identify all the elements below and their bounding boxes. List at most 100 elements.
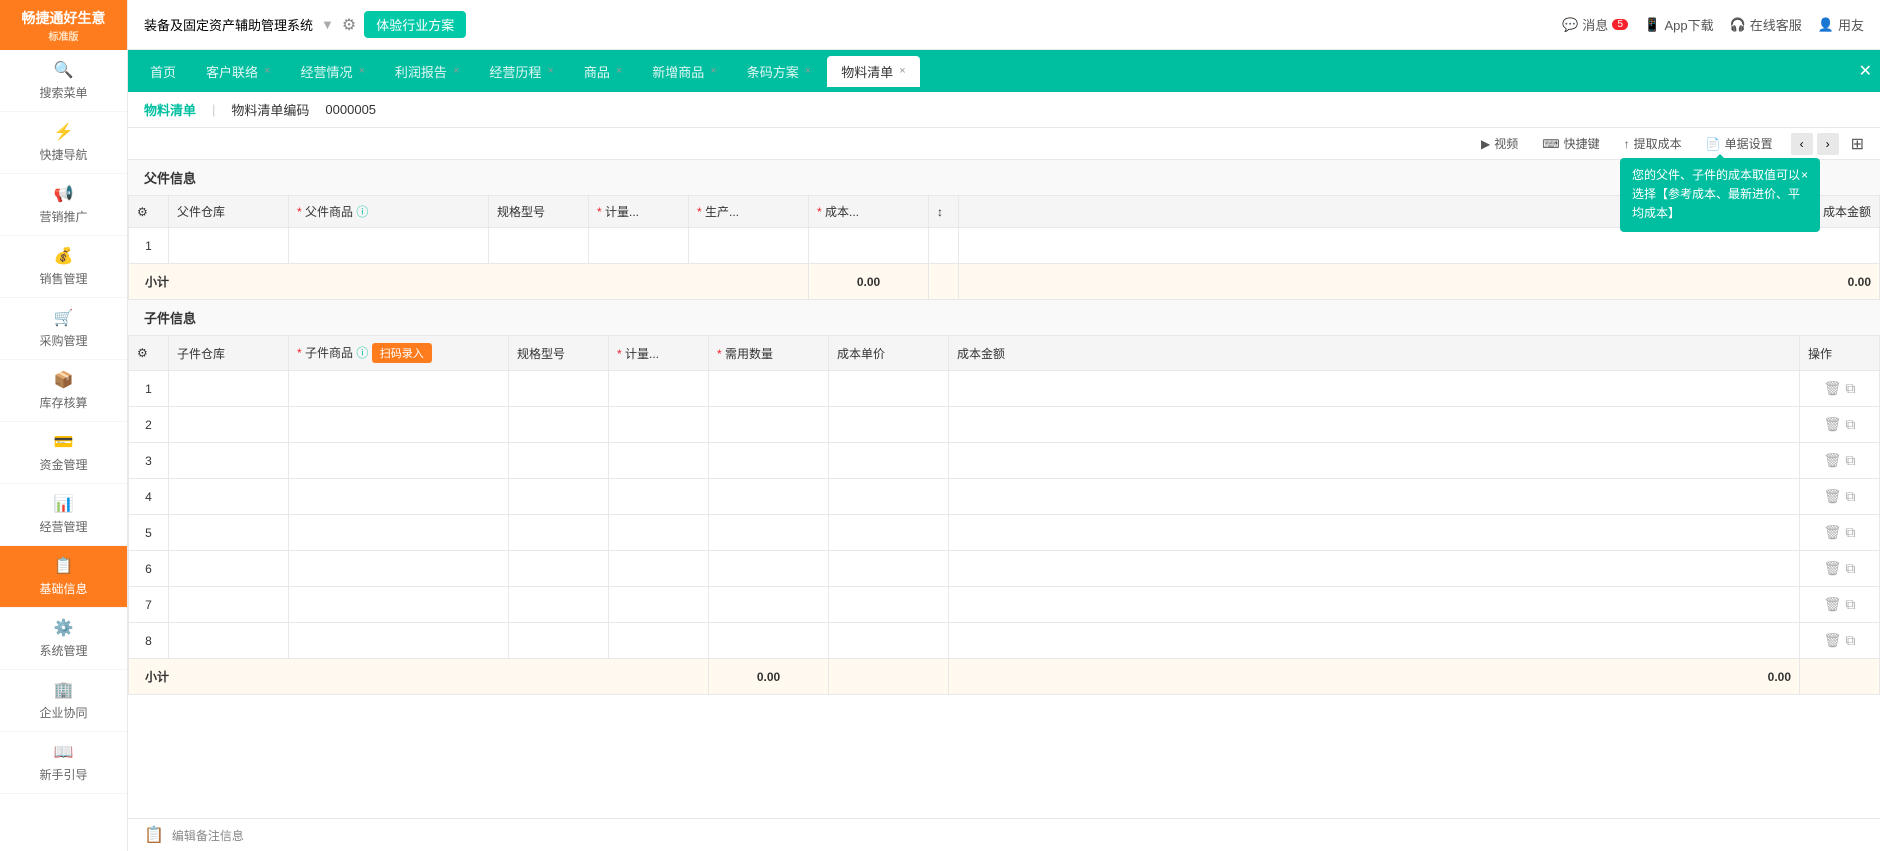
child-col-settings[interactable]: ⚙	[129, 336, 169, 371]
dropdown-icon[interactable]: ▼	[321, 17, 334, 32]
child-spec-cell[interactable]	[509, 479, 609, 515]
message-item[interactable]: 💬 消息 5	[1562, 15, 1628, 34]
child-qty-cell[interactable]	[709, 515, 829, 551]
sidebar-item-system[interactable]: ⚙️ 系统管理	[0, 608, 127, 670]
cost-btn[interactable]: ↑ 提取成本	[1618, 132, 1688, 155]
sidebar-item-enterprise[interactable]: 🏢 企业协同	[0, 670, 127, 732]
child-unit-cost-cell[interactable]	[829, 371, 949, 407]
child-unit-cost-cell[interactable]	[829, 551, 949, 587]
child-spec-cell[interactable]	[509, 623, 609, 659]
parent-cost-cell[interactable]	[809, 228, 929, 264]
copy-icon[interactable]: ⧉	[1845, 416, 1855, 433]
help-icon[interactable]: ⓘ	[356, 205, 368, 219]
view-btn[interactable]: ▶ 视频	[1475, 132, 1524, 155]
tab-operation-status[interactable]: 经营情况 ×	[286, 56, 378, 87]
tooltip-close[interactable]: ×	[1801, 166, 1808, 185]
copy-icon[interactable]: ⧉	[1845, 632, 1855, 649]
sidebar-item-operation[interactable]: 📊 经营管理	[0, 484, 127, 546]
child-unit-cost-cell[interactable]	[829, 443, 949, 479]
sidebar-item-guide[interactable]: 📖 新手引导	[0, 732, 127, 794]
tab-barcode-close[interactable]: ×	[805, 65, 811, 77]
breadcrumb-bom[interactable]: 物料清单	[144, 100, 196, 119]
child-unit-cell[interactable]	[609, 371, 709, 407]
tab-goods[interactable]: 商品 ×	[570, 56, 636, 87]
child-goods-cell[interactable]	[289, 371, 509, 407]
copy-icon[interactable]: ⧉	[1845, 560, 1855, 577]
delete-icon[interactable]: 🗑	[1824, 524, 1842, 541]
trial-button[interactable]: 体验行业方案	[364, 11, 466, 38]
child-qty-cell[interactable]	[709, 371, 829, 407]
child-goods-cell[interactable]	[289, 443, 509, 479]
child-qty-cell[interactable]	[709, 479, 829, 515]
child-warehouse-cell[interactable]	[169, 371, 289, 407]
help-icon2[interactable]: ⓘ	[356, 346, 368, 360]
single-setting-btn[interactable]: 📄 单据设置	[1700, 132, 1779, 155]
settings-icon[interactable]: ⚙	[342, 15, 356, 35]
child-goods-cell[interactable]	[289, 551, 509, 587]
child-goods-cell[interactable]	[289, 587, 509, 623]
sidebar-item-marketing[interactable]: 📢 营销推广	[0, 174, 127, 236]
tab-new-goods-close[interactable]: ×	[710, 65, 716, 77]
parent-goods-cell[interactable]	[289, 228, 489, 264]
child-spec-cell[interactable]	[509, 407, 609, 443]
online-service-item[interactable]: 🎧 在线客服	[1730, 15, 1802, 34]
copy-icon[interactable]: ⧉	[1845, 452, 1855, 469]
tab-history-close[interactable]: ×	[547, 65, 553, 77]
delete-icon[interactable]: 🗑	[1824, 560, 1842, 577]
child-qty-cell[interactable]	[709, 587, 829, 623]
copy-icon[interactable]: ⧉	[1845, 524, 1855, 541]
child-spec-cell[interactable]	[509, 515, 609, 551]
sidebar-item-purchase[interactable]: 🛒 采购管理	[0, 298, 127, 360]
child-warehouse-cell[interactable]	[169, 479, 289, 515]
parent-warehouse-cell[interactable]	[169, 228, 289, 264]
delete-icon[interactable]: 🗑	[1824, 416, 1842, 433]
tab-operation-status-close[interactable]: ×	[358, 65, 364, 77]
nav-next-btn[interactable]: ›	[1817, 133, 1839, 155]
grid-icon[interactable]: ⊞	[1851, 134, 1864, 154]
child-unit-cell[interactable]	[609, 623, 709, 659]
tab-customer-close[interactable]: ×	[264, 65, 270, 77]
bottom-text[interactable]: 编辑备注信息	[172, 827, 244, 844]
child-goods-cell[interactable]	[289, 623, 509, 659]
tab-profit-close[interactable]: ×	[453, 65, 459, 77]
tab-history[interactable]: 经营历程 ×	[475, 56, 567, 87]
sidebar-item-basic[interactable]: 📋 基础信息	[0, 546, 127, 608]
child-warehouse-cell[interactable]	[169, 515, 289, 551]
tab-bom[interactable]: 物料清单 ×	[827, 56, 919, 87]
child-unit-cost-cell[interactable]	[829, 479, 949, 515]
child-goods-cell[interactable]	[289, 515, 509, 551]
child-warehouse-cell[interactable]	[169, 623, 289, 659]
child-spec-cell[interactable]	[509, 371, 609, 407]
delete-icon[interactable]: 🗑	[1824, 632, 1842, 649]
tab-new-goods[interactable]: 新增商品 ×	[638, 56, 730, 87]
child-qty-cell[interactable]	[709, 443, 829, 479]
sidebar-item-inventory[interactable]: 📦 库存核算	[0, 360, 127, 422]
tab-customer[interactable]: 客户联络 ×	[192, 56, 284, 87]
child-unit-cell[interactable]	[609, 443, 709, 479]
tab-barcode[interactable]: 条码方案 ×	[733, 56, 825, 87]
sidebar-item-quick-nav[interactable]: ⚡ 快捷导航	[0, 112, 127, 174]
nav-prev-btn[interactable]: ‹	[1791, 133, 1813, 155]
copy-icon[interactable]: ⧉	[1845, 488, 1855, 505]
copy-icon[interactable]: ⧉	[1845, 380, 1855, 397]
child-unit-cost-cell[interactable]	[829, 623, 949, 659]
app-download-item[interactable]: 📱 App下载	[1644, 15, 1713, 34]
child-qty-cell[interactable]	[709, 551, 829, 587]
child-unit-cell[interactable]	[609, 515, 709, 551]
child-goods-cell[interactable]	[289, 407, 509, 443]
child-goods-cell[interactable]	[289, 479, 509, 515]
child-warehouse-cell[interactable]	[169, 443, 289, 479]
child-unit-cell[interactable]	[609, 587, 709, 623]
child-qty-cell[interactable]	[709, 623, 829, 659]
delete-icon[interactable]: 🗑	[1824, 596, 1842, 613]
child-unit-cost-cell[interactable]	[829, 515, 949, 551]
sidebar-item-sales[interactable]: 💰 销售管理	[0, 236, 127, 298]
scan-button[interactable]: 扫码录入	[372, 343, 432, 363]
sidebar-item-finance[interactable]: 💳 资金管理	[0, 422, 127, 484]
child-spec-cell[interactable]	[509, 443, 609, 479]
child-unit-cost-cell[interactable]	[829, 587, 949, 623]
child-spec-cell[interactable]	[509, 587, 609, 623]
parent-unit-cell[interactable]	[589, 228, 689, 264]
parent-spec-cell[interactable]	[489, 228, 589, 264]
child-qty-cell[interactable]	[709, 407, 829, 443]
